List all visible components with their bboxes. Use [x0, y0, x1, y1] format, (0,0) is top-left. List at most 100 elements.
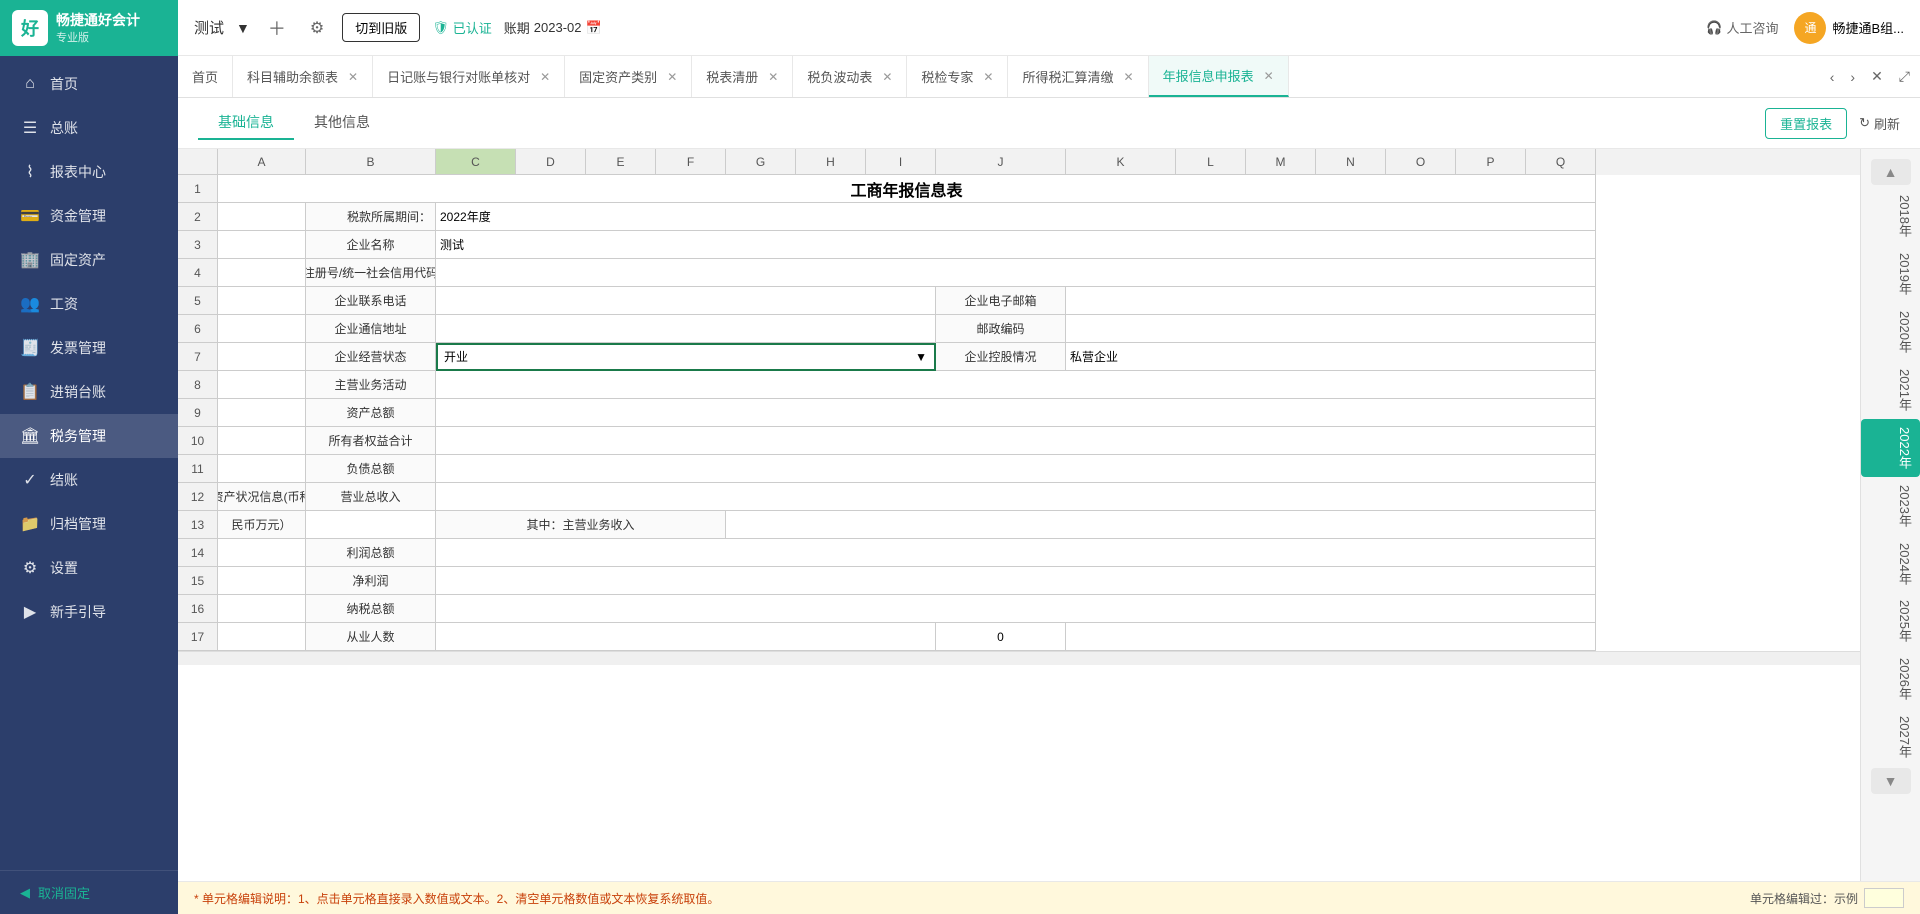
- tab-7[interactable]: 所得税汇算清缴✕: [1008, 56, 1148, 97]
- cell-r6-C[interactable]: [436, 315, 936, 343]
- cell-r6-A[interactable]: [218, 315, 306, 343]
- sidebar-item-固定资产[interactable]: 🏢固定资产: [0, 238, 178, 282]
- cell-r2-B[interactable]: 税款所属期间：: [306, 203, 436, 231]
- cell-r5-B[interactable]: 企业联系电话: [306, 287, 436, 315]
- cell-r3-C[interactable]: 测试: [436, 231, 1596, 259]
- cell-r15-A[interactable]: [218, 567, 306, 595]
- sidebar-item-设置[interactable]: ⚙设置: [0, 546, 178, 590]
- cell-r7-A[interactable]: [218, 343, 306, 371]
- cell-r4-C[interactable]: [436, 259, 1596, 287]
- cell-r17-A[interactable]: [218, 623, 306, 651]
- year-item-2021年[interactable]: 2021年: [1861, 361, 1920, 419]
- cell-r14-A[interactable]: [218, 539, 306, 567]
- col-header-O[interactable]: O: [1386, 149, 1456, 175]
- sidebar-item-结账[interactable]: ✓结账: [0, 458, 178, 502]
- year-item-2024年[interactable]: 2024年: [1861, 535, 1920, 593]
- cell-r6-J[interactable]: 邮政编码: [936, 315, 1066, 343]
- cell-r6-K[interactable]: [1066, 315, 1596, 343]
- service-btn[interactable]: 🎧 人工咨询: [1706, 18, 1778, 37]
- col-header-M[interactable]: M: [1246, 149, 1316, 175]
- cell-r11-B[interactable]: 负债总额: [306, 455, 436, 483]
- cell-r5-J[interactable]: 企业电子邮箱: [936, 287, 1066, 315]
- cell-r17-B[interactable]: 从业人数: [306, 623, 436, 651]
- col-header-F[interactable]: F: [656, 149, 726, 175]
- cell-r10-C[interactable]: [436, 427, 1596, 455]
- cell-r3-A[interactable]: [218, 231, 306, 259]
- sidebar-item-首页[interactable]: ⌂首页: [0, 62, 178, 106]
- tab-2[interactable]: 日记账与银行对账单核对✕: [373, 56, 565, 97]
- cell-r8-C[interactable]: [436, 371, 1596, 399]
- col-header-E[interactable]: E: [586, 149, 656, 175]
- col-header-J[interactable]: J: [936, 149, 1066, 175]
- cell-r13-B[interactable]: [306, 511, 436, 539]
- cell-r15-C[interactable]: [436, 567, 1596, 595]
- cell-r2-A[interactable]: [218, 203, 306, 231]
- col-header-K[interactable]: K: [1066, 149, 1176, 175]
- cell-r3-B[interactable]: 企业名称: [306, 231, 436, 259]
- year-item-2023年[interactable]: 2023年: [1861, 477, 1920, 535]
- col-header-C[interactable]: C: [436, 149, 516, 175]
- tab-0[interactable]: 首页: [178, 56, 233, 97]
- cell-r8-B[interactable]: 主营业务活动: [306, 371, 436, 399]
- title-cell[interactable]: 工商年报信息表: [218, 175, 1596, 203]
- cell-r17-K[interactable]: [1066, 623, 1596, 651]
- cell-r12-C[interactable]: [436, 483, 1596, 511]
- cell-r10-A[interactable]: [218, 427, 306, 455]
- add-btn[interactable]: ＋: [262, 13, 292, 43]
- sidebar-item-新手引导[interactable]: ▶新手引导: [0, 590, 178, 634]
- cell-r2-C[interactable]: 2022年度: [436, 203, 1596, 231]
- year-item-2018年[interactable]: 2018年: [1861, 187, 1920, 245]
- cell-r9-C[interactable]: [436, 399, 1596, 427]
- sidebar-item-报表中心[interactable]: ⌇报表中心: [0, 150, 178, 194]
- cell-r5-C[interactable]: [436, 287, 936, 315]
- form-tab-基础信息[interactable]: 基础信息: [198, 106, 294, 140]
- col-header-P[interactable]: P: [1456, 149, 1526, 175]
- cell-r12-A[interactable]: 企业资产状况信息(币种：人: [218, 483, 306, 511]
- cell-r14-B[interactable]: 利润总额: [306, 539, 436, 567]
- cell-r12-B[interactable]: 营业总收入: [306, 483, 436, 511]
- cell-r9-B[interactable]: 资产总额: [306, 399, 436, 427]
- topbar-dropdown[interactable]: ▼: [236, 20, 250, 36]
- col-header-H[interactable]: H: [796, 149, 866, 175]
- cell-r16-A[interactable]: [218, 595, 306, 623]
- year-scroll-up-btn[interactable]: ▲: [1871, 159, 1911, 185]
- tab-3[interactable]: 固定资产类别✕: [565, 56, 692, 97]
- sidebar-unpin-btn[interactable]: ◀ 取消固定: [0, 870, 178, 914]
- year-item-2020年[interactable]: 2020年: [1861, 303, 1920, 361]
- form-tab-其他信息[interactable]: 其他信息: [294, 106, 390, 140]
- cell-r11-C[interactable]: [436, 455, 1596, 483]
- tab-4[interactable]: 税表清册✕: [692, 56, 793, 97]
- cell-r13-G[interactable]: [726, 511, 1596, 539]
- cell-r6-B[interactable]: 企业通信地址: [306, 315, 436, 343]
- col-header-B[interactable]: B: [306, 149, 436, 175]
- calendar-icon[interactable]: 📅: [586, 20, 602, 36]
- year-item-2026年[interactable]: 2026年: [1861, 650, 1920, 708]
- tab-close-icon[interactable]: ✕: [1124, 70, 1134, 84]
- sidebar-item-归档管理[interactable]: 📁归档管理: [0, 502, 178, 546]
- tab-close-icon[interactable]: ✕: [983, 70, 993, 84]
- refresh-btn[interactable]: ↻ 刷新: [1859, 114, 1900, 133]
- tab-6[interactable]: 税检专家✕: [907, 56, 1008, 97]
- year-scroll-down-btn[interactable]: ▼: [1871, 768, 1911, 794]
- tab-8[interactable]: 年报信息申报表✕: [1149, 56, 1289, 97]
- switch-version-btn[interactable]: 切到旧版: [342, 13, 420, 42]
- tab-close-icon[interactable]: ✕: [882, 70, 892, 84]
- cell-r13-C[interactable]: 其中：主营业务收入: [436, 511, 726, 539]
- year-item-2025年[interactable]: 2025年: [1861, 592, 1920, 650]
- cell-r11-A[interactable]: [218, 455, 306, 483]
- cell-r7-B[interactable]: 企业经营状态: [306, 343, 436, 371]
- cell-r7-C[interactable]: 开业 ▼: [436, 343, 936, 371]
- col-header-N[interactable]: N: [1316, 149, 1386, 175]
- cell-r14-C[interactable]: [436, 539, 1596, 567]
- col-header-G[interactable]: G: [726, 149, 796, 175]
- col-header-A[interactable]: A: [218, 149, 306, 175]
- tab-prev-btn[interactable]: ‹: [1824, 65, 1841, 89]
- tab-1[interactable]: 科目辅助余额表✕: [233, 56, 373, 97]
- cell-r17-J[interactable]: 0: [936, 623, 1066, 651]
- sidebar-item-税务管理[interactable]: 🏛税务管理: [0, 414, 178, 458]
- sidebar-item-进销台账[interactable]: 📋进销台账: [0, 370, 178, 414]
- cell-r7-J[interactable]: 企业控股情况: [936, 343, 1066, 371]
- cell-r9-A[interactable]: [218, 399, 306, 427]
- sidebar-item-发票管理[interactable]: 🧾发票管理: [0, 326, 178, 370]
- tab-close-all-btn[interactable]: ✕: [1865, 64, 1889, 89]
